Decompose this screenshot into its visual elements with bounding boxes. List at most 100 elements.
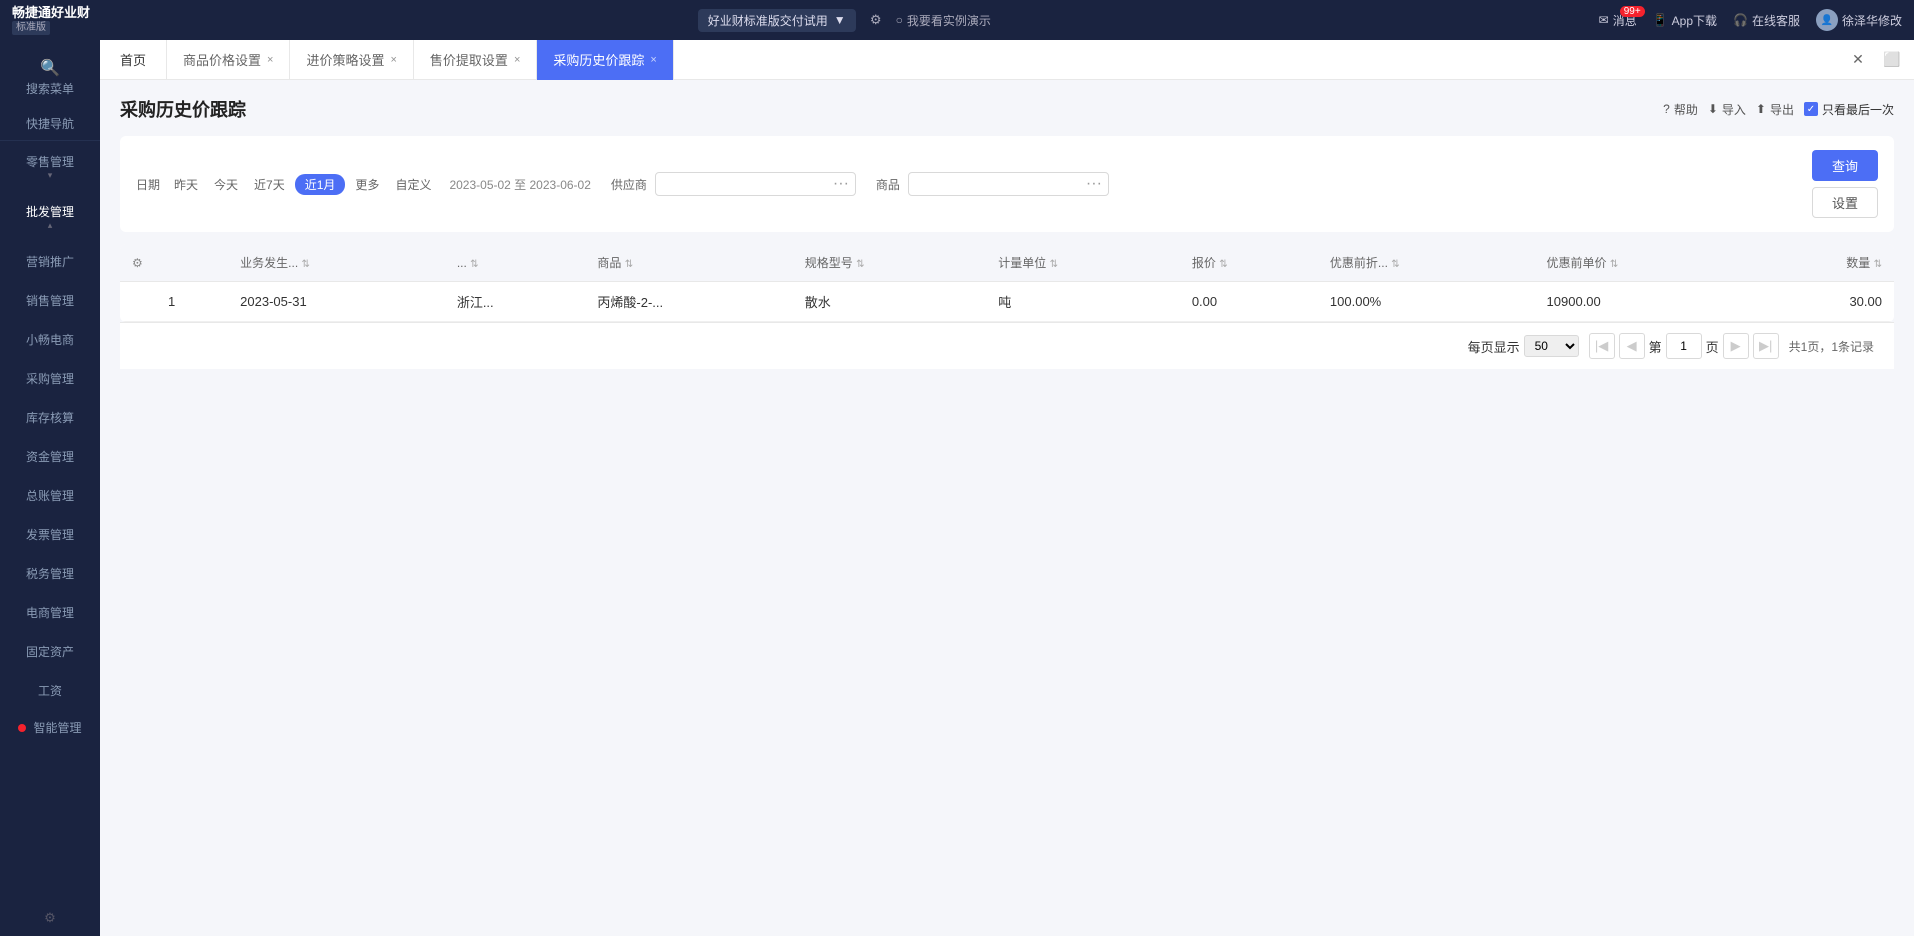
th-pre-discount-price[interactable]: 优惠前单价 ⇅ (1535, 244, 1756, 282)
date-btn-more[interactable]: 更多 (349, 174, 385, 195)
date-btn-7days[interactable]: 近7天 (248, 174, 291, 195)
date-btn-yesterday[interactable]: 昨天 (168, 174, 204, 195)
date-filter-group: 日期 昨天 今天 近7天 近1月 更多 自定义 2023-05-02 至 202… (136, 174, 591, 195)
tab-home[interactable]: 首页 (100, 40, 167, 80)
th-unit[interactable]: 计量单位 ⇅ (986, 244, 1180, 282)
close-tab-btn[interactable]: ✕ (1844, 46, 1872, 74)
sidebar-search[interactable]: 🔍 搜索菜单 (0, 48, 100, 107)
close-tab-price-settings[interactable]: × (267, 54, 273, 66)
supplier-dots-btn[interactable]: ··· (827, 175, 855, 193)
demo-link[interactable]: ○ 我要看实例演示 (896, 12, 991, 29)
last-page-btn[interactable]: ▶| (1753, 333, 1779, 359)
td-spec: 散水 (793, 282, 987, 322)
sort-icon: ⇅ (302, 259, 310, 270)
checkbox-checked-icon: ✓ (1804, 102, 1818, 116)
th-more[interactable]: ... ⇅ (445, 244, 586, 282)
tab-sale-price[interactable]: 售价提取设置 × (414, 40, 537, 80)
sort-icon: ⇅ (856, 259, 864, 270)
tab-price-settings[interactable]: 商品价格设置 × (167, 40, 290, 80)
tab-purchase-strategy[interactable]: 进价策略设置 × (290, 40, 413, 80)
sidebar-item-wholesale[interactable]: 批发管理 ▴ (0, 191, 100, 241)
close-tab-purchase-strategy[interactable]: × (390, 54, 396, 66)
date-btn-custom[interactable]: 自定义 (389, 174, 437, 195)
table-settings-icon[interactable]: ⚙ (132, 256, 143, 270)
sidebar-item-sales[interactable]: 销售管理 (0, 280, 100, 319)
sidebar: 🔍 搜索菜单 快捷导航 零售管理 ▾ 批发管理 ▴ 营销推广 销售管理 小畅电商… (0, 40, 100, 936)
th-quantity[interactable]: 数量 ⇅ (1756, 244, 1894, 282)
sidebar-item-ecommerce-small[interactable]: 小畅电商 (0, 319, 100, 358)
message-btn[interactable]: ✉ 消息 99+ (1599, 12, 1637, 29)
page-header: 采购历史价跟踪 ? 帮助 ⬇ 导入 ⬆ 导出 ✓ (120, 96, 1894, 122)
only-last-checkbox[interactable]: ✓ 只看最后一次 (1804, 101, 1894, 118)
page-size-dropdown[interactable]: 50 10 20 100 (1524, 335, 1579, 357)
pagination-bar: 每页显示 50 10 20 100 |◀ ◀ 第 页 ▶ ▶| (120, 322, 1894, 369)
sort-icon: ⇅ (1610, 259, 1618, 270)
version-selector[interactable]: 好业财标准版交付试用 ▼ (698, 9, 856, 32)
sidebar-item-fixed-assets[interactable]: 固定资产 (0, 631, 100, 670)
user-menu[interactable]: 👤 徐泽华修改 (1816, 9, 1902, 31)
product-filter-group: 商品 ··· (876, 172, 1109, 196)
sidebar-bottom-settings[interactable]: ⚙ (0, 900, 100, 936)
td-product: 丙烯酸-2-... (585, 282, 792, 322)
export-btn[interactable]: ⬆ 导出 (1756, 101, 1794, 118)
th-seq (156, 244, 228, 282)
online-service-btn[interactable]: 🎧 在线客服 (1733, 12, 1800, 29)
filter-area: 日期 昨天 今天 近7天 近1月 更多 自定义 2023-05-02 至 202… (120, 136, 1894, 232)
date-btn-1month[interactable]: 近1月 (295, 174, 346, 195)
topbar: 畅捷通好业财 标准版 好业财标准版交付试用 ▼ ⚙ ○ 我要看实例演示 ✉ 消息… (0, 0, 1914, 40)
import-btn[interactable]: ⬇ 导入 (1708, 101, 1746, 118)
sidebar-item-inventory[interactable]: 库存核算 (0, 397, 100, 436)
th-quote[interactable]: 报价 ⇅ (1180, 244, 1318, 282)
td-seq: 1 (156, 282, 228, 322)
sidebar-item-ecommerce[interactable]: 电商管理 (0, 592, 100, 631)
product-input[interactable] (909, 173, 1080, 195)
th-discount[interactable]: 优惠前折... ⇅ (1318, 244, 1535, 282)
supplier-input-wrap: ··· (655, 172, 856, 196)
th-date[interactable]: 业务发生... ⇅ (228, 244, 445, 282)
sidebar-item-finance[interactable]: 资金管理 (0, 436, 100, 475)
settings-icon[interactable]: ⚙ (864, 8, 888, 32)
th-settings: ⚙ (120, 244, 156, 282)
td-quantity: 30.00 (1756, 282, 1894, 322)
page-nav: |◀ ◀ 第 页 ▶ ▶| (1589, 333, 1779, 359)
sidebar-item-smart[interactable]: 智能管理 (0, 709, 100, 746)
sidebar-item-invoice[interactable]: 发票管理 (0, 514, 100, 553)
topbar-center: 好业财标准版交付试用 ▼ ⚙ ○ 我要看实例演示 (698, 8, 991, 32)
prev-page-btn[interactable]: ◀ (1619, 333, 1645, 359)
date-btn-group: 昨天 今天 近7天 近1月 更多 自定义 (168, 174, 437, 195)
product-dots-btn[interactable]: ··· (1080, 175, 1108, 193)
sidebar-item-purchase[interactable]: 采购管理 (0, 358, 100, 397)
th-spec[interactable]: 规格型号 ⇅ (793, 244, 987, 282)
supplier-label: 供应商 (611, 176, 647, 193)
app-download-btn[interactable]: 📱 App下载 (1653, 12, 1717, 29)
help-btn[interactable]: ? 帮助 (1663, 101, 1698, 118)
page-info: 共1页，1条记录 (1789, 338, 1874, 355)
sidebar-item-general-ledger[interactable]: 总账管理 (0, 475, 100, 514)
page-input[interactable] (1666, 333, 1702, 359)
tab-purchase-history[interactable]: 采购历史价跟踪 × (537, 40, 673, 80)
topbar-right: ✉ 消息 99+ 📱 App下载 🎧 在线客服 👤 徐泽华修改 (1599, 9, 1902, 31)
dot-indicator (18, 724, 26, 732)
close-tab-purchase-history[interactable]: × (650, 54, 656, 66)
filter-settings-button[interactable]: 设置 (1812, 187, 1878, 218)
sidebar-item-tax[interactable]: 税务管理 (0, 553, 100, 592)
sidebar-item-marketing[interactable]: 营销推广 (0, 241, 100, 280)
td-settings (120, 282, 156, 322)
first-page-btn[interactable]: |◀ (1589, 333, 1615, 359)
sort-icon: ⇅ (1874, 259, 1882, 270)
supplier-input[interactable] (656, 173, 827, 195)
page-title: 采购历史价跟踪 (120, 96, 246, 122)
sidebar-quick-nav[interactable]: 快捷导航 (0, 107, 100, 141)
close-tab-sale-price[interactable]: × (514, 54, 520, 66)
next-page-btn[interactable]: ▶ (1723, 333, 1749, 359)
sidebar-item-salary[interactable]: 工资 (0, 670, 100, 709)
query-button[interactable]: 查询 (1812, 150, 1878, 181)
th-product[interactable]: 商品 ⇅ (585, 244, 792, 282)
maximize-tab-btn[interactable]: ⬜ (1878, 46, 1906, 74)
app-logo: 畅捷通好业财 标准版 (12, 5, 90, 35)
table-header-row: ⚙ 业务发生... ⇅ ... ⇅ (120, 244, 1894, 282)
app-name: 畅捷通好业财 (12, 5, 90, 21)
page-actions: ? 帮助 ⬇ 导入 ⬆ 导出 ✓ 只看最后一次 (1663, 101, 1894, 118)
sidebar-item-retail[interactable]: 零售管理 ▾ (0, 141, 100, 191)
date-btn-today[interactable]: 今天 (208, 174, 244, 195)
